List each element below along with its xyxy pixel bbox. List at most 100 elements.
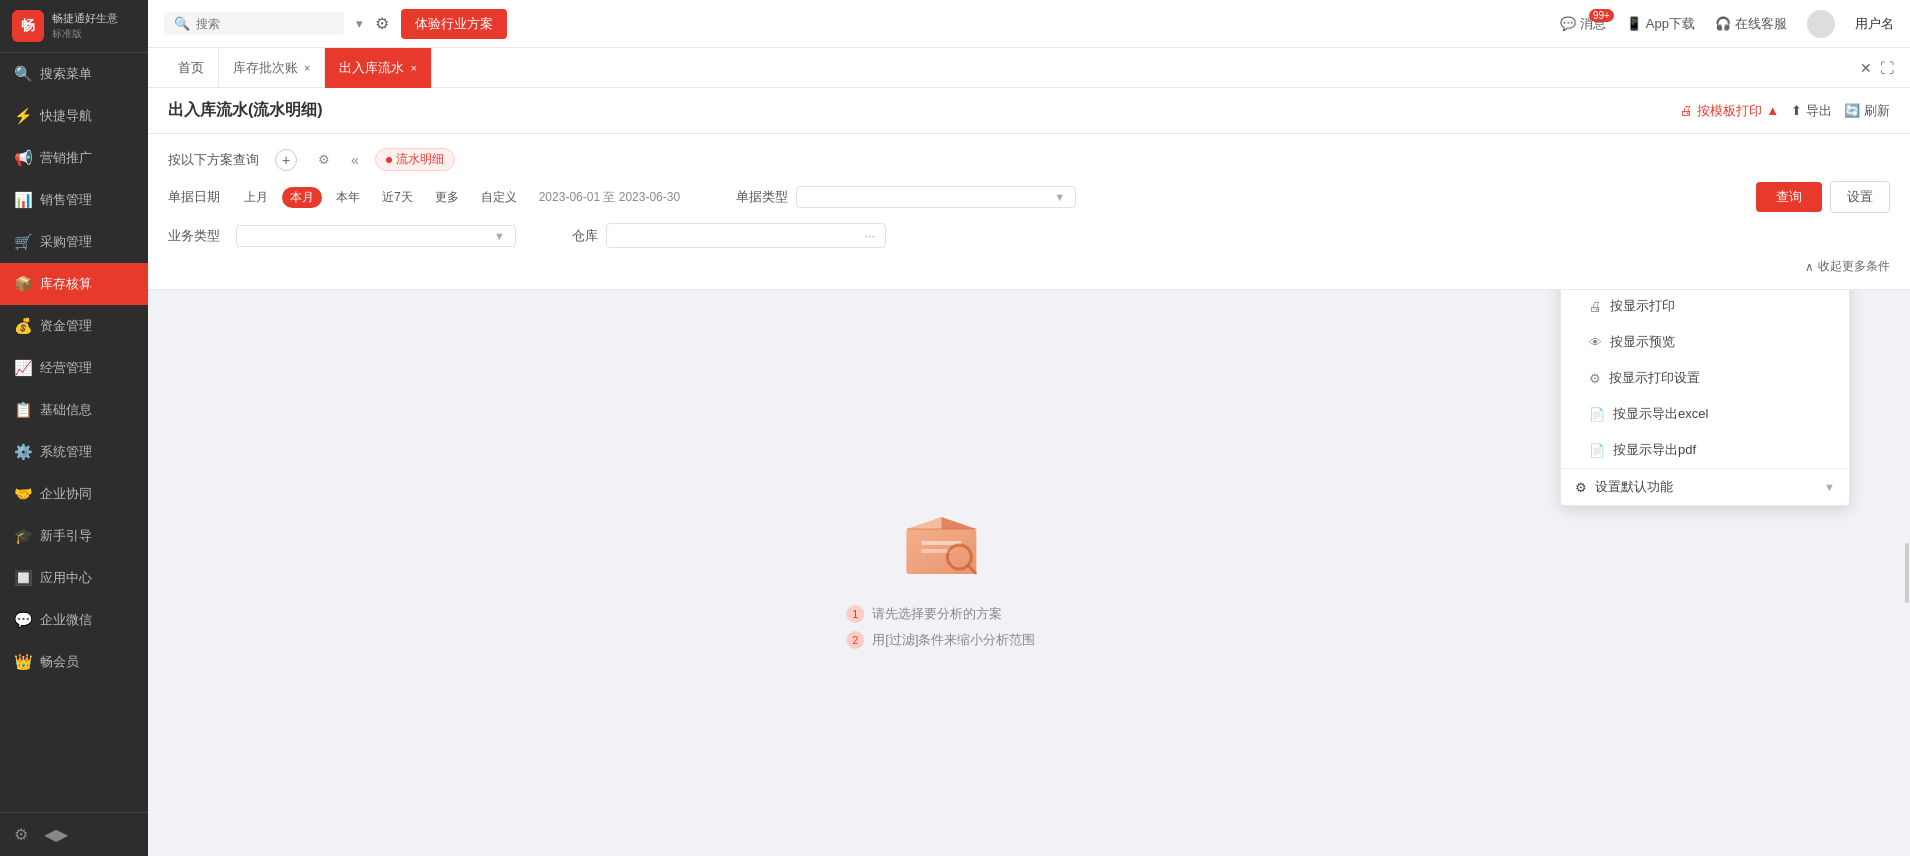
sidebar-item-member[interactable]: 👑 畅会员 [0, 641, 148, 683]
display-excel-label: 按显示导出excel [1613, 405, 1708, 423]
sidebar-item-basics[interactable]: 📋 基础信息 [0, 389, 148, 431]
inactive-tag-label: 流水明细 [396, 151, 444, 168]
svg-marker-1 [906, 517, 941, 529]
type-dropdown-icon: ▼ [1054, 191, 1065, 203]
close-window-icon[interactable]: ✕ [1860, 60, 1872, 76]
empty-icon [891, 489, 991, 589]
sidebar-item-label: 基础信息 [40, 401, 92, 419]
collapse-sidebar-icon[interactable]: ◀▶ [44, 825, 68, 844]
date-tab-more[interactable]: 更多 [427, 187, 467, 208]
sidebar-item-label: 经营管理 [40, 359, 92, 377]
sidebar-item-label: 库存核算 [40, 275, 92, 293]
tab-close-icon[interactable]: × [304, 62, 310, 74]
export-btn[interactable]: ⬆ 导出 [1791, 102, 1832, 120]
message-icon: 💬 [1560, 16, 1576, 31]
reset-btn[interactable]: 设置 [1830, 181, 1890, 213]
topbar-search-box[interactable]: 🔍 [164, 12, 344, 35]
date-tab-this-month[interactable]: 本月 [282, 187, 322, 208]
type-label: 单据类型 [736, 188, 788, 206]
sidebar-item-app-center[interactable]: 🔲 应用中心 [0, 557, 148, 599]
display-excel-icon: 📄 [1589, 407, 1605, 422]
dropdown-display-print[interactable]: 🖨 按显示打印 [1561, 290, 1849, 324]
print-template-btn[interactable]: 🖨 按模板打印 ▲ [1680, 102, 1779, 120]
business-type-select[interactable]: ▼ [236, 225, 516, 247]
dropdown-display-pdf[interactable]: 📄 按显示导出pdf [1561, 432, 1849, 468]
user-name: 用户名 [1855, 15, 1894, 33]
step-1-text: 请先选择要分析的方案 [872, 605, 1002, 623]
display-preview-icon: 👁 [1589, 335, 1602, 350]
user-avatar[interactable] [1807, 10, 1835, 38]
sidebar-item-search[interactable]: 🔍 搜索菜单 [0, 53, 148, 95]
sidebar-item-label: 系统管理 [40, 443, 92, 461]
empty-step-1: 1 请先选择要分析的方案 [846, 605, 1035, 623]
sidebar-item-purchase[interactable]: 🛒 采购管理 [0, 221, 148, 263]
collapse-more-btn[interactable]: ∧ 收起更多条件 [1805, 258, 1890, 275]
print-dropdown-panel: 🖨 按模板打印 ▲ 📄 当前：出入库流水 ▼ [1560, 290, 1850, 506]
type-select[interactable]: ▼ [796, 186, 1076, 208]
sidebar-item-marketing[interactable]: 📢 营销推广 [0, 137, 148, 179]
tab-close-active-icon[interactable]: × [410, 62, 416, 74]
default-func-arrow-icon: ▼ [1824, 481, 1835, 493]
step-1-num: 1 [846, 605, 864, 623]
print-template-label: 按模板打印 [1697, 102, 1762, 120]
sidebar-item-sales[interactable]: 📊 销售管理 [0, 179, 148, 221]
filter-collapse-btn[interactable]: « [351, 152, 359, 168]
display-preview-label: 按显示预览 [1610, 333, 1675, 351]
sidebar-item-label: 新手引导 [40, 527, 92, 545]
date-tab-this-year[interactable]: 本年 [328, 187, 368, 208]
date-tab-last-month[interactable]: 上月 [236, 187, 276, 208]
app-download-btn[interactable]: 📱 App下载 [1626, 15, 1695, 33]
sidebar-item-cooperation[interactable]: 🤝 企业协同 [0, 473, 148, 515]
settings-icon[interactable]: ⚙ [14, 825, 28, 844]
query-btn[interactable]: 查询 [1756, 182, 1822, 212]
tag-dot [386, 157, 392, 163]
message-badge: 99+ [1589, 9, 1614, 22]
refresh-label: 刷新 [1864, 102, 1890, 120]
print-icon: 🖨 [1680, 103, 1693, 118]
sidebar-item-inventory[interactable]: 📦 库存核算 [0, 263, 148, 305]
dropdown-default-func[interactable]: ⚙ 设置默认功能 ▼ [1561, 468, 1849, 505]
tab-inventory-flow[interactable]: 出入库流水 × [325, 48, 431, 88]
sidebar: 畅 畅捷通好生意 标准版 🔍 搜索菜单 ⚡ 快捷导航 📢 营销推广 📊 [0, 0, 148, 856]
sidebar-item-label: 快捷导航 [40, 107, 92, 125]
date-tab-custom[interactable]: 自定义 [473, 187, 525, 208]
sidebar-item-finance[interactable]: 💰 资金管理 [0, 305, 148, 347]
sidebar-item-system[interactable]: ⚙️ 系统管理 [0, 431, 148, 473]
inactive-tag: 流水明细 [375, 148, 455, 171]
page-header-actions: 🖨 按模板打印 ▲ ⬆ 导出 🔄 刷新 [1680, 102, 1890, 132]
inventory-icon: 📦 [14, 275, 32, 293]
date-tab-7days[interactable]: 近7天 [374, 187, 421, 208]
svg-marker-2 [941, 517, 976, 529]
main-area: 🔍 ▾ ⚙ 体验行业方案 💬 消息 99+ 📱 App下载 🎧 在线客服 [148, 0, 1910, 856]
dropdown-display-settings[interactable]: ⚙ 按显示打印设置 [1561, 360, 1849, 396]
date-tabs: 上月 本月 本年 近7天 更多 自定义 2023-06-01 至 2023-06… [236, 187, 680, 208]
sidebar-bottom: ⚙ ◀▶ [0, 812, 148, 856]
tabs-bar: 首页 库存批次账 × 出入库流水 × ✕ ⛶ [148, 48, 1910, 88]
search-chevron-icon[interactable]: ▾ [356, 16, 363, 31]
app-logo-icon: 畅 [12, 10, 44, 42]
filter-row-3: 业务类型 ▼ 仓库 ··· [168, 223, 1890, 248]
tab-home[interactable]: 首页 [164, 48, 219, 88]
dropdown-display-excel[interactable]: 📄 按显示导出excel [1561, 396, 1849, 432]
dropdown-display-preview[interactable]: 👁 按显示预览 [1561, 324, 1849, 360]
wechat-icon: 💬 [14, 611, 32, 629]
warehouse-select[interactable]: ··· [606, 223, 886, 248]
sidebar-item-operations[interactable]: 📈 经营管理 [0, 347, 148, 389]
expand-window-icon[interactable]: ⛶ [1880, 60, 1894, 76]
trial-btn[interactable]: 体验行业方案 [401, 9, 507, 39]
display-print-icon: 🖨 [1589, 299, 1602, 314]
online-service-btn[interactable]: 🎧 在线客服 [1715, 15, 1787, 33]
tab-inventory-batch[interactable]: 库存批次账 × [219, 48, 325, 88]
display-settings-label: 按显示打印设置 [1609, 369, 1700, 387]
filter-setting-btn[interactable]: ⚙ [313, 149, 335, 171]
right-scrollbar[interactable] [1904, 290, 1910, 856]
collapse-up-icon: ∧ [1805, 260, 1814, 274]
filter-add-btn[interactable]: + [275, 149, 297, 171]
topbar-gear-icon[interactable]: ⚙ [375, 14, 389, 33]
sidebar-item-quick-nav[interactable]: ⚡ 快捷导航 [0, 95, 148, 137]
search-input[interactable] [196, 17, 316, 31]
sidebar-item-tutorial[interactable]: 🎓 新手引导 [0, 515, 148, 557]
sidebar-item-wechat[interactable]: 💬 企业微信 [0, 599, 148, 641]
message-btn[interactable]: 💬 消息 99+ [1560, 15, 1606, 33]
refresh-btn[interactable]: 🔄 刷新 [1844, 102, 1890, 120]
